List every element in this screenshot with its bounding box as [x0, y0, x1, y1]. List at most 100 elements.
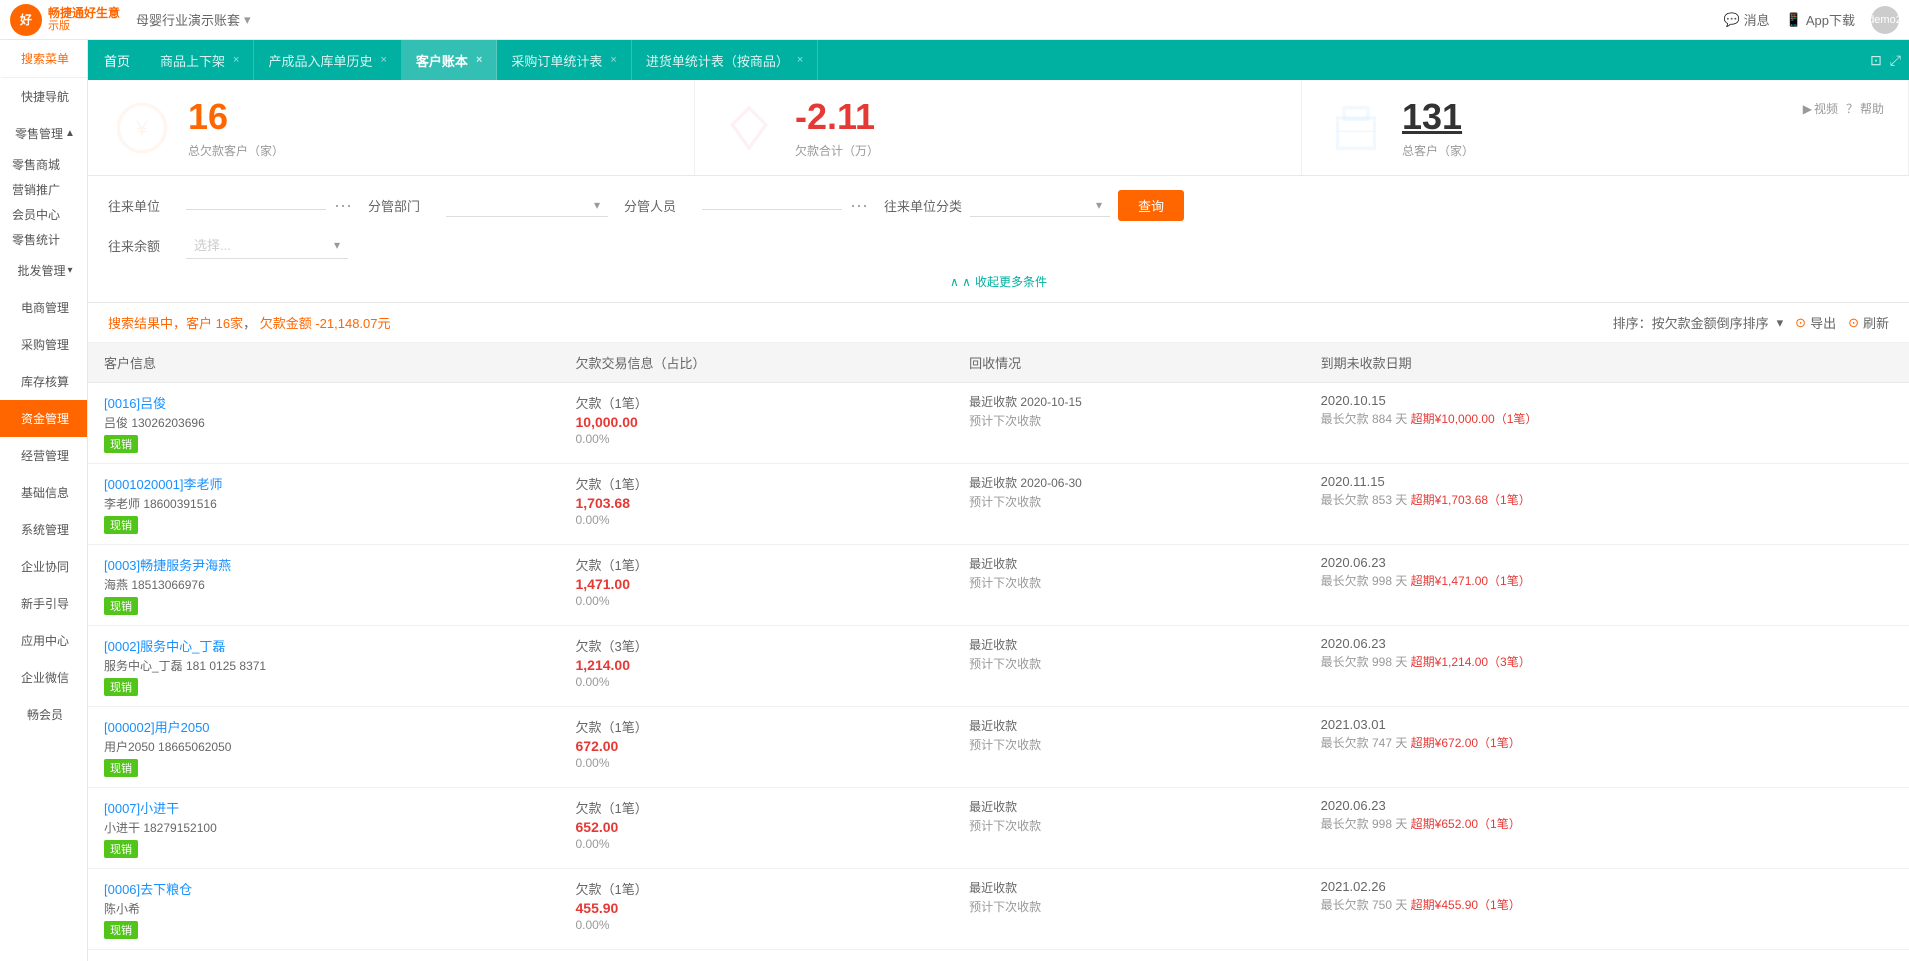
tab-purchase-goods-stats[interactable]: 进货单统计表（按商品） × — [632, 40, 818, 80]
sidebar-item-retail-stats[interactable]: 零售统计 — [0, 227, 87, 252]
top-bar-right: 💬 消息 📱 App下载 demo2 — [1723, 6, 1899, 34]
filter-group-dept: 分管部门 ▾ — [368, 194, 608, 217]
sidebar-item-member[interactable]: 会员中心 — [0, 202, 87, 227]
svg-text:¥: ¥ — [135, 117, 148, 139]
sidebar-item-quick-nav[interactable]: 快捷导航 — [0, 78, 87, 115]
user-avatar[interactable]: demo2 — [1871, 6, 1899, 34]
brand-text: 示版 — [48, 20, 120, 33]
tab-fullscreen-icon[interactable]: ⤢ — [1890, 52, 1901, 69]
overdue-link-2[interactable]: 超期¥1,471.00（1笔） — [1411, 574, 1531, 588]
tab-restore-icon[interactable]: ⊡ — [1870, 52, 1882, 69]
overdue-link-5[interactable]: 超期¥652.00（1笔） — [1411, 817, 1521, 831]
sidebar-item-basic-info[interactable]: 基础信息 — [0, 474, 87, 511]
debt-amount-3: 1,214.00 — [576, 657, 938, 673]
due-date-0: 2020.10.15 — [1321, 393, 1893, 408]
debt-ratio-5: 0.00% — [576, 837, 938, 851]
debt-count-3: 欠款（3笔） — [576, 636, 938, 655]
sidebar-item-system[interactable]: 系统管理 — [0, 511, 87, 548]
unit-category-select[interactable]: ▾ — [970, 194, 1110, 217]
content-area: 首页 商品上下架 × 产成品入库单历史 × 客户账本 × 采购订单统计表 × — [88, 40, 1909, 961]
tab-close-icon-4[interactable]: × — [610, 54, 616, 66]
manager-dots[interactable]: ··· — [850, 195, 868, 216]
sidebar-item-wholesale-mgmt[interactable]: 批发管理 ▾ — [0, 252, 87, 289]
customer-name-link-6[interactable]: [0006]去下粮仓 — [104, 879, 544, 898]
customer-name-link-4[interactable]: [000002]用户2050 — [104, 717, 544, 736]
overdue-info-1: 最长欠款 853 天 超期¥1,703.68（1笔） — [1321, 491, 1893, 508]
sidebar-item-enterprise-wechat[interactable]: 企业微信 — [0, 659, 87, 696]
tab-customer-account[interactable]: 客户账本 × — [402, 40, 497, 80]
stat-info-1: 16 总欠款客户（家） — [188, 96, 670, 159]
app-download-btn[interactable]: 📱 App下载 — [1786, 10, 1855, 29]
logo-area: 好 畅捷通好生意 示版 — [10, 4, 120, 36]
overdue-info-2: 最长欠款 998 天 超期¥1,471.00（1笔） — [1321, 572, 1893, 589]
export-button[interactable]: ⊙ 导出 — [1795, 313, 1836, 332]
sidebar-item-finance[interactable]: 资金管理 — [0, 400, 87, 437]
sidebar-item-vip[interactable]: 畅会员 — [0, 696, 87, 733]
sidebar-item-retail-mall[interactable]: 零售商城 — [0, 152, 87, 177]
collection-next-1: 预计下次收款 — [969, 493, 1289, 510]
overdue-info-0: 最长欠款 884 天 超期¥10,000.00（1笔） — [1321, 410, 1893, 427]
sidebar-item-retail-mgmt[interactable]: 零售管理 ▲ — [0, 115, 87, 152]
cell-debt-2: 欠款（1笔） 1,471.00 0.00% — [560, 545, 954, 626]
customer-tag-3: 现销 — [104, 678, 138, 696]
overdue-link-1[interactable]: 超期¥1,703.68（1笔） — [1411, 493, 1531, 507]
stat-number-2: -2.11 — [795, 96, 1277, 138]
refresh-button[interactable]: ⊙ 刷新 — [1848, 313, 1889, 332]
message-btn[interactable]: 💬 消息 — [1723, 10, 1769, 29]
overdue-link-3[interactable]: 超期¥1,214.00（3笔） — [1411, 655, 1531, 669]
tab-product-listing[interactable]: 商品上下架 × — [146, 40, 254, 80]
sort-label: 排序：按欠款金额倒序排序 — [1613, 313, 1769, 332]
search-menu-label: 搜索菜单 — [21, 52, 69, 66]
tab-product-history[interactable]: 产成品入库单历史 × — [254, 40, 401, 80]
sidebar-item-ecommerce[interactable]: 电商管理 — [0, 289, 87, 326]
sidebar-item-search-menu[interactable]: 搜索菜单 — [0, 40, 87, 78]
tab-close-icon-5[interactable]: × — [797, 54, 803, 66]
collection-next-4: 预计下次收款 — [969, 736, 1289, 753]
source-unit-input[interactable] — [186, 201, 326, 210]
manager-input[interactable] — [702, 201, 842, 210]
video-btn[interactable]: ▶ 视频 — [1803, 100, 1838, 117]
stat-info-3: 131 总客户（家） — [1402, 96, 1787, 159]
sidebar-item-marketing[interactable]: 营销推广 — [0, 177, 87, 202]
sort-select[interactable]: 排序：按欠款金额倒序排序 ▾ — [1613, 313, 1784, 332]
collapse-filters-btn[interactable]: ∧ ∧ 收起更多条件 — [108, 269, 1889, 294]
cell-due-1: 2020.11.15 最长欠款 853 天 超期¥1,703.68（1笔） — [1305, 464, 1909, 545]
balance-select[interactable]: 选择... ▾ — [186, 231, 348, 259]
table-actions: 排序：按欠款金额倒序排序 ▾ ⊙ 导出 ⊙ 刷新 — [1613, 313, 1889, 332]
customer-tag-6: 现销 — [104, 921, 138, 939]
query-button[interactable]: 查询 — [1118, 190, 1184, 221]
tab-close-icon-2[interactable]: × — [380, 54, 386, 66]
sidebar-item-operations[interactable]: 经营管理 — [0, 437, 87, 474]
cell-collection-5: 最近收款 预计下次收款 — [953, 788, 1305, 869]
overdue-link-6[interactable]: 超期¥455.90（1笔） — [1411, 898, 1521, 912]
dept-select[interactable]: ▾ — [446, 194, 608, 217]
customer-name-link-3[interactable]: [0002]服务中心_丁磊 — [104, 636, 544, 655]
stat-number-1: 16 — [188, 96, 670, 138]
cell-customer-2: [0003]畅捷服务尹海燕 海燕 18513066976 现销 — [88, 545, 560, 626]
sidebar-item-purchase[interactable]: 采购管理 — [0, 326, 87, 363]
col-header-debt: 欠款交易信息（占比） — [560, 343, 954, 383]
customer-phone-5: 小进干 18279152100 — [104, 819, 544, 836]
overdue-link-0[interactable]: 超期¥10,000.00（1笔） — [1411, 412, 1538, 426]
customer-name-link-1[interactable]: [0001020001]李老师 — [104, 474, 544, 493]
stat-number-3: 131 — [1402, 96, 1787, 138]
sidebar-item-inventory[interactable]: 库存核算 — [0, 363, 87, 400]
customer-name-link-2[interactable]: [0003]畅捷服务尹海燕 — [104, 555, 544, 574]
tab-close-icon-3[interactable]: × — [476, 54, 482, 66]
tab-home[interactable]: 首页 — [88, 40, 146, 80]
company-selector[interactable]: 母婴行业演示账套 ▾ — [136, 10, 251, 29]
customer-tag-2: 现销 — [104, 597, 138, 615]
help-btn[interactable]: ？ 帮助 — [1846, 100, 1884, 117]
source-unit-dots[interactable]: ··· — [334, 195, 352, 216]
tab-close-icon[interactable]: × — [233, 54, 239, 66]
tab-purchase-stats[interactable]: 采购订单统计表 × — [497, 40, 631, 80]
customer-name-link-0[interactable]: [0016]吕俊 — [104, 393, 544, 412]
customer-phone-2: 海燕 18513066976 — [104, 576, 544, 593]
message-icon: 💬 — [1723, 12, 1739, 28]
overdue-link-4[interactable]: 超期¥672.00（1笔） — [1411, 736, 1521, 750]
sidebar-item-app-center[interactable]: 应用中心 — [0, 622, 87, 659]
customer-name-link-5[interactable]: [0007]小进干 — [104, 798, 544, 817]
table-row: [0002]服务中心_丁磊 服务中心_丁磊 181 0125 8371 现销 欠… — [88, 626, 1909, 707]
sidebar-item-newbie[interactable]: 新手引导 — [0, 585, 87, 622]
sidebar-item-enterprise-collab[interactable]: 企业协同 — [0, 548, 87, 585]
